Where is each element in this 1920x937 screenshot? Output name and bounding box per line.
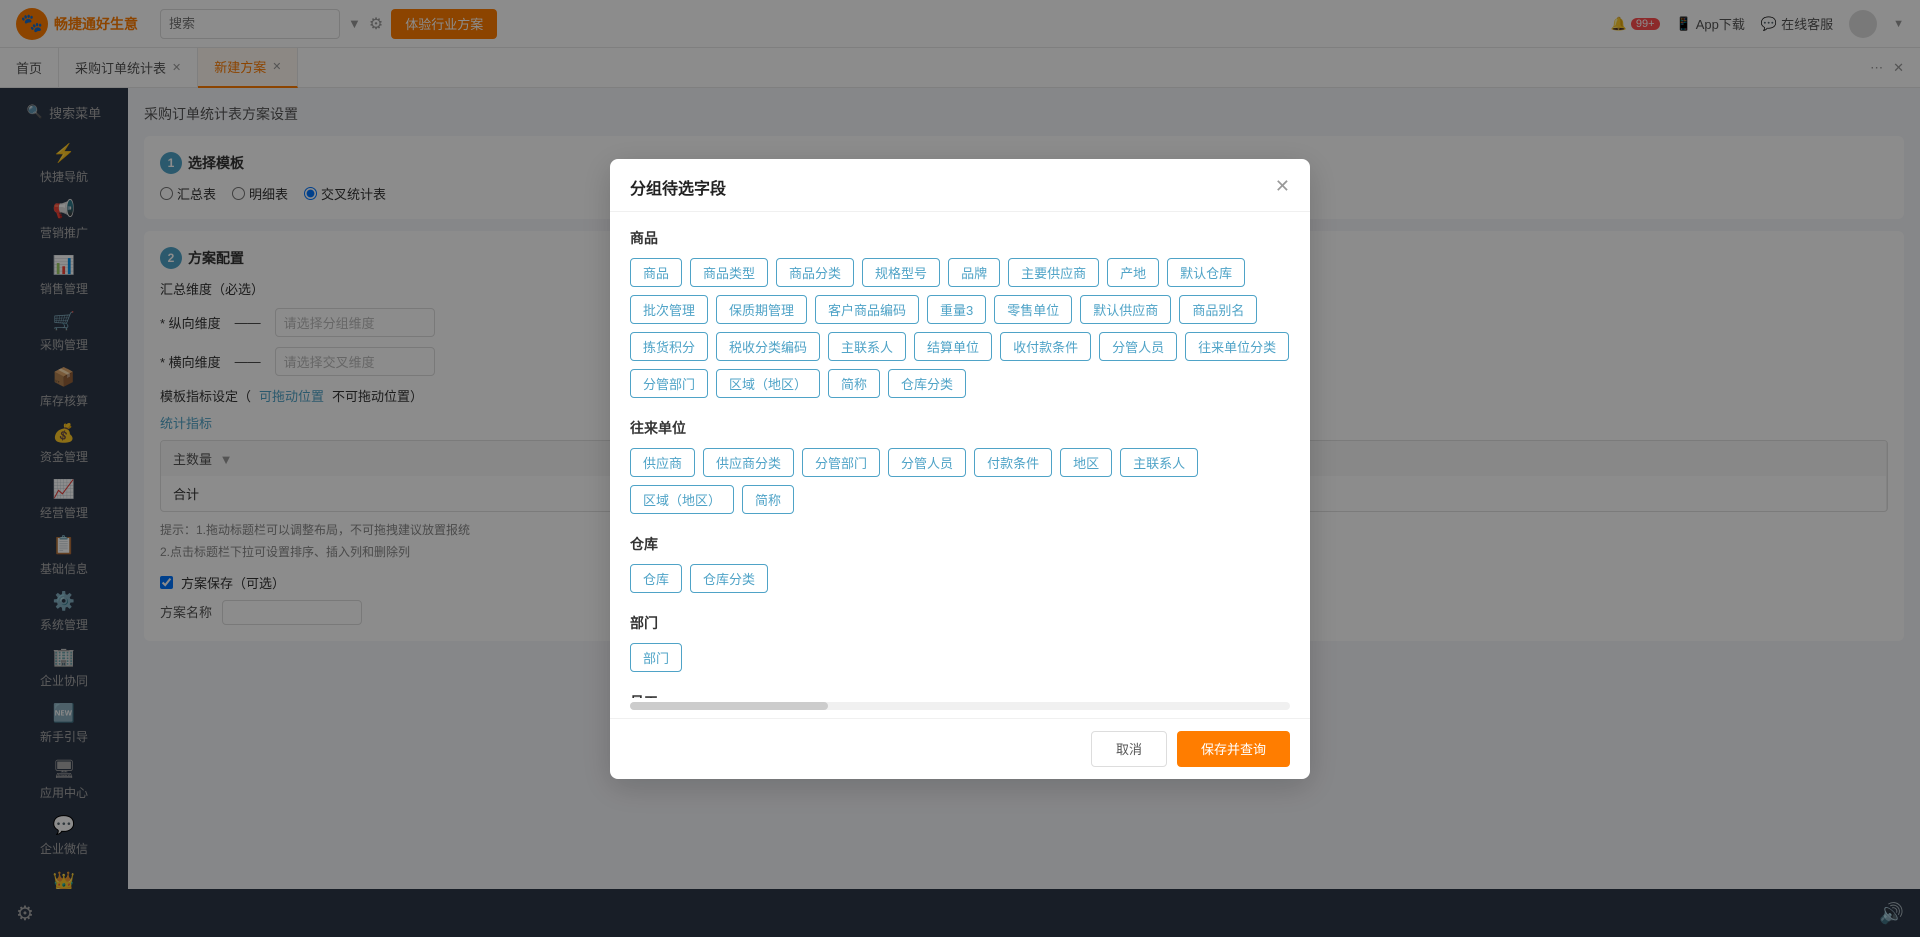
field-tag-product[interactable]: 商品 xyxy=(630,258,682,287)
field-tag-default-warehouse[interactable]: 默认仓库 xyxy=(1167,258,1245,287)
cancel-button[interactable]: 取消 xyxy=(1091,731,1167,767)
field-tag-origin[interactable]: 产地 xyxy=(1107,258,1159,287)
dialog-body: 商品 商品 商品类型 商品分类 规格型号 品牌 主要供应商 产地 默认仓库 批次… xyxy=(610,212,1310,698)
field-tag-supplier-category[interactable]: 供应商分类 xyxy=(703,448,794,477)
field-tag-main-contact-partner[interactable]: 主联系人 xyxy=(1120,448,1198,477)
field-tag-department[interactable]: 部门 xyxy=(630,643,682,672)
field-tag-weight3[interactable]: 重量3 xyxy=(927,295,986,324)
field-tag-manager-partner[interactable]: 分管人员 xyxy=(888,448,966,477)
product-field-grid: 商品 商品类型 商品分类 规格型号 品牌 主要供应商 产地 默认仓库 批次管理 … xyxy=(630,258,1290,398)
field-tag-retail-unit[interactable]: 零售单位 xyxy=(994,295,1072,324)
field-tag-short-name-partner[interactable]: 简称 xyxy=(742,485,794,514)
department-section: 部门 部门 xyxy=(630,613,1290,672)
field-tag-default-supplier[interactable]: 默认供应商 xyxy=(1080,295,1171,324)
warehouse-section: 仓库 仓库 仓库分类 xyxy=(630,534,1290,593)
field-tag-product-category[interactable]: 商品分类 xyxy=(776,258,854,287)
dialog-scrollbar-wrap xyxy=(610,698,1310,718)
dialog-header: 分组待选字段 ✕ xyxy=(610,159,1310,212)
field-tag-partner-category[interactable]: 往来单位分类 xyxy=(1185,332,1289,361)
dialog-hscroll[interactable] xyxy=(630,702,1290,710)
dialog-close-button[interactable]: ✕ xyxy=(1275,176,1290,197)
field-tag-region2-partner[interactable]: 区域（地区） xyxy=(630,485,734,514)
field-tag-payment-cond[interactable]: 付款条件 xyxy=(974,448,1052,477)
field-tag-batch-mgmt[interactable]: 批次管理 xyxy=(630,295,708,324)
field-tag-short-name-product[interactable]: 简称 xyxy=(828,369,880,398)
field-tag-warehouse-category-product[interactable]: 仓库分类 xyxy=(888,369,966,398)
field-tag-main-supplier[interactable]: 主要供应商 xyxy=(1008,258,1099,287)
partner-section: 往来单位 供应商 供应商分类 分管部门 分管人员 付款条件 地区 主联系人 区域… xyxy=(630,418,1290,514)
field-tag-product-type[interactable]: 商品类型 xyxy=(690,258,768,287)
dialog-footer: 取消 保存并查询 xyxy=(610,718,1310,779)
field-tag-shelf-life[interactable]: 保质期管理 xyxy=(716,295,807,324)
dialog-hscroll-thumb xyxy=(630,702,828,710)
field-tag-customer-code[interactable]: 客户商品编码 xyxy=(815,295,919,324)
overlay: 分组待选字段 ✕ 商品 商品 商品类型 商品分类 规格型号 品牌 主要供应商 产… xyxy=(0,0,1920,937)
product-section: 商品 商品 商品类型 商品分类 规格型号 品牌 主要供应商 产地 默认仓库 批次… xyxy=(630,228,1290,398)
dialog: 分组待选字段 ✕ 商品 商品 商品类型 商品分类 规格型号 品牌 主要供应商 产… xyxy=(610,159,1310,779)
field-tag-supplier[interactable]: 供应商 xyxy=(630,448,695,477)
field-tag-spec-model[interactable]: 规格型号 xyxy=(862,258,940,287)
field-tag-main-contact[interactable]: 主联系人 xyxy=(828,332,906,361)
department-section-title: 部门 xyxy=(630,613,1290,633)
field-tag-product-alias[interactable]: 商品别名 xyxy=(1179,295,1257,324)
field-tag-dept[interactable]: 分管部门 xyxy=(630,369,708,398)
warehouse-field-grid: 仓库 仓库分类 xyxy=(630,564,1290,593)
field-tag-manager[interactable]: 分管人员 xyxy=(1099,332,1177,361)
field-tag-warehouse-category[interactable]: 仓库分类 xyxy=(690,564,768,593)
field-tag-brand[interactable]: 品牌 xyxy=(948,258,1000,287)
product-section-title: 商品 xyxy=(630,228,1290,248)
department-field-grid: 部门 xyxy=(630,643,1290,672)
save-button[interactable]: 保存并查询 xyxy=(1177,731,1290,767)
field-tag-pick-points[interactable]: 拣货积分 xyxy=(630,332,708,361)
dialog-title: 分组待选字段 xyxy=(630,175,726,199)
field-tag-dept-partner[interactable]: 分管部门 xyxy=(802,448,880,477)
field-tag-warehouse[interactable]: 仓库 xyxy=(630,564,682,593)
field-tag-tax-code[interactable]: 税收分类编码 xyxy=(716,332,820,361)
field-tag-settlement-unit[interactable]: 结算单位 xyxy=(914,332,992,361)
partner-section-title: 往来单位 xyxy=(630,418,1290,438)
partner-field-grid: 供应商 供应商分类 分管部门 分管人员 付款条件 地区 主联系人 区域（地区） … xyxy=(630,448,1290,514)
field-tag-region-partner[interactable]: 地区 xyxy=(1060,448,1112,477)
warehouse-section-title: 仓库 xyxy=(630,534,1290,554)
field-tag-region-product[interactable]: 区域（地区） xyxy=(716,369,820,398)
field-tag-payment-terms[interactable]: 收付款条件 xyxy=(1000,332,1091,361)
